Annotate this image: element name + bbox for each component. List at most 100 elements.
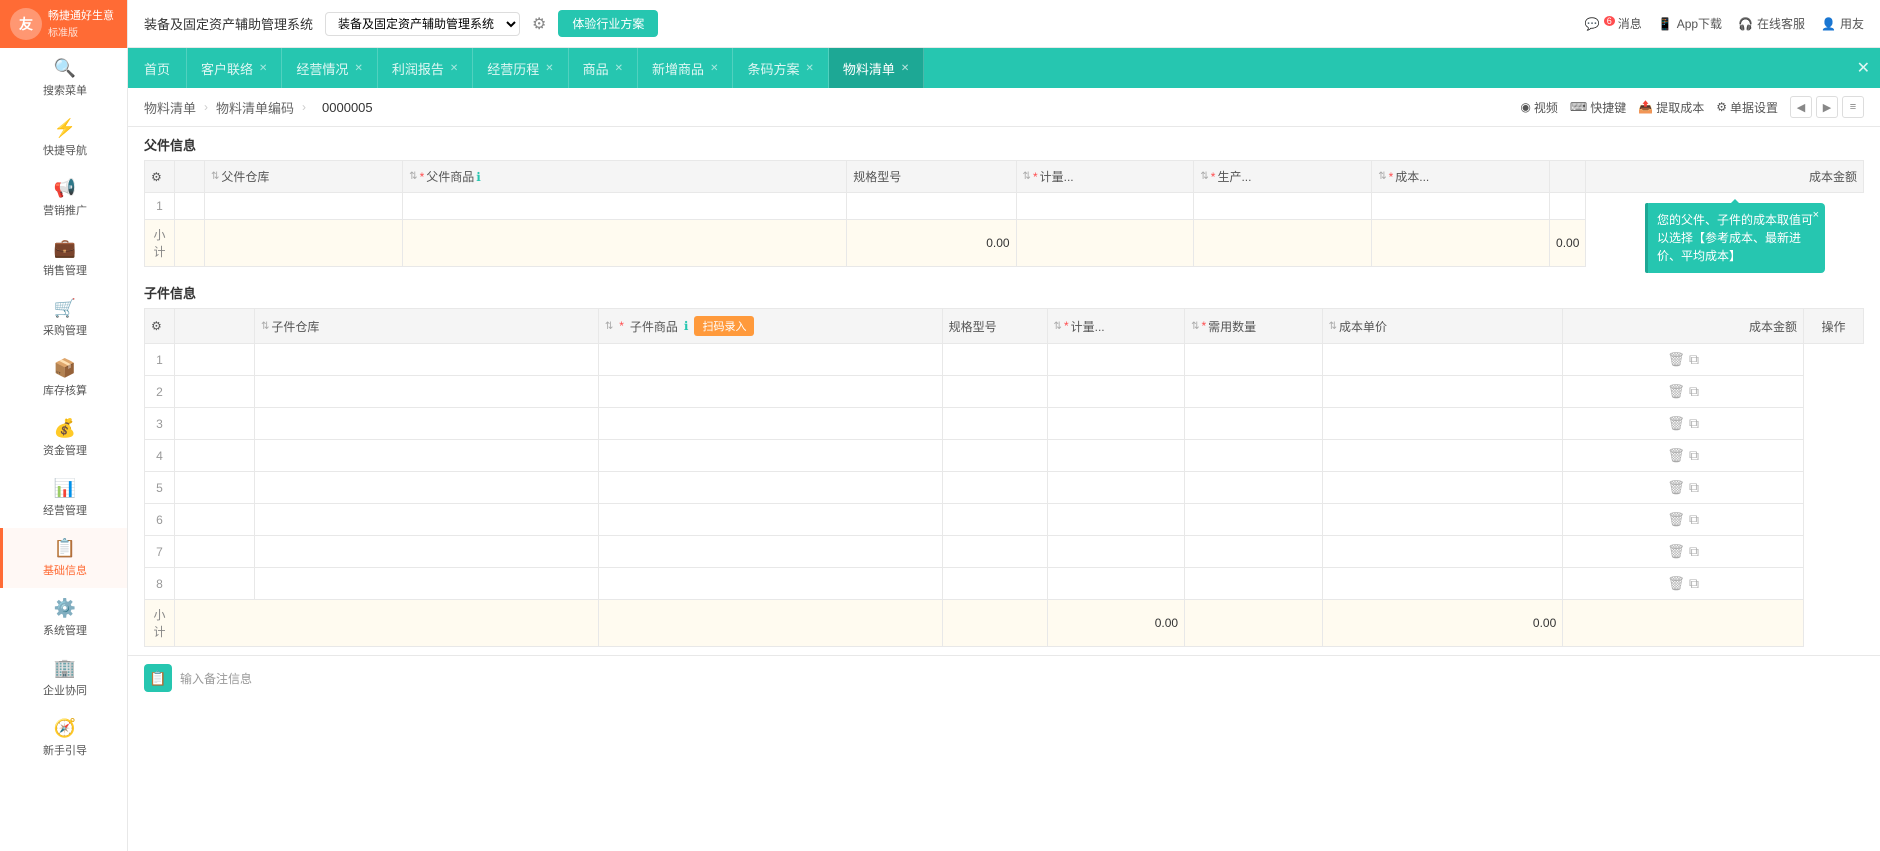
sidebar-item-enterprise[interactable]: 🏢 企业协同 xyxy=(0,648,127,708)
sidebar-item-guide[interactable]: 🧭 新手引导 xyxy=(0,708,127,768)
sidebar-item-system[interactable]: ⚙️ 系统管理 xyxy=(0,588,127,648)
delete-icon[interactable]: 🗑 xyxy=(1667,383,1685,400)
child-cell-unit-cost[interactable] xyxy=(1185,568,1323,600)
delete-icon[interactable]: 🗑 xyxy=(1667,479,1685,496)
child-cell-warehouse[interactable] xyxy=(175,408,255,440)
copy-icon[interactable]: ⧉ xyxy=(1689,351,1699,368)
sidebar-item-operations[interactable]: 📊 经营管理 xyxy=(0,468,127,528)
online-service-btn[interactable]: 🎧 在线客服 xyxy=(1738,15,1805,32)
child-cell-warehouse[interactable] xyxy=(175,472,255,504)
breadcrumb-bom-code[interactable]: 物料清单编码 xyxy=(216,98,294,117)
child-cell-qty[interactable] xyxy=(1047,536,1185,568)
child-cell-unit-cost[interactable] xyxy=(1185,472,1323,504)
tab-products-close[interactable]: ✕ xyxy=(615,63,623,74)
experience-button[interactable]: 体验行业方案 xyxy=(558,10,658,37)
single-settings-action[interactable]: ⚙ 单据设置 xyxy=(1716,99,1778,116)
sidebar-item-finance[interactable]: 💰 资金管理 xyxy=(0,408,127,468)
delete-icon[interactable]: 🗑 xyxy=(1667,447,1685,464)
child-cell-unit-cost[interactable] xyxy=(1185,440,1323,472)
view-action[interactable]: ◉ 视频 xyxy=(1520,99,1558,116)
tab-barcode-close[interactable]: ✕ xyxy=(805,63,813,74)
message-btn[interactable]: 💬 6 消息 xyxy=(1585,15,1642,32)
sidebar-item-marketing[interactable]: 📢 营销推广 xyxy=(0,168,127,228)
copy-icon[interactable]: ⧉ xyxy=(1689,575,1699,592)
sidebar-item-inventory[interactable]: 📦 库存核算 xyxy=(0,348,127,408)
tab-biz-history-close[interactable]: ✕ xyxy=(545,63,553,74)
tab-close-all[interactable]: ✕ xyxy=(1847,58,1880,78)
parent-cell-production[interactable] xyxy=(1016,193,1194,220)
product-info-icon[interactable]: ℹ xyxy=(476,170,481,184)
tab-customers-close[interactable]: ✕ xyxy=(259,63,267,74)
sidebar-item-basic-info[interactable]: 📋 基础信息 xyxy=(0,528,127,588)
child-cell-unit-cost[interactable] xyxy=(1185,536,1323,568)
child-cell-unit-cost[interactable] xyxy=(1185,408,1323,440)
extract-cost-action[interactable]: 📤 提取成本 xyxy=(1638,99,1704,116)
child-cell-spec[interactable] xyxy=(598,504,942,536)
delete-icon[interactable]: 🗑 xyxy=(1667,543,1685,560)
system-select[interactable]: 装备及固定资产辅助管理系统 xyxy=(325,12,520,36)
child-cell-product[interactable] xyxy=(255,408,599,440)
child-cell-product[interactable] xyxy=(255,344,599,376)
scan-button[interactable]: 扫码录入 xyxy=(694,316,754,336)
copy-icon[interactable]: ⧉ xyxy=(1689,415,1699,432)
tab-new-products[interactable]: 新增商品 ✕ xyxy=(638,48,733,88)
delete-icon[interactable]: 🗑 xyxy=(1667,511,1685,528)
child-cell-spec[interactable] xyxy=(598,440,942,472)
sidebar-item-sales[interactable]: 💼 销售管理 xyxy=(0,228,127,288)
child-cell-spec[interactable] xyxy=(598,376,942,408)
child-cell-spec[interactable] xyxy=(598,472,942,504)
tab-home[interactable]: 首页 xyxy=(128,48,187,88)
child-cell-product[interactable] xyxy=(255,472,599,504)
parent-cell-unit[interactable] xyxy=(847,193,1016,220)
tab-operations[interactable]: 经营情况 ✕ xyxy=(282,48,377,88)
delete-icon[interactable]: 🗑 xyxy=(1667,575,1685,592)
parent-cell-cost[interactable] xyxy=(1194,193,1372,220)
tab-profit[interactable]: 利润报告 ✕ xyxy=(378,48,473,88)
app-download-btn[interactable]: 📱 App下载 xyxy=(1658,15,1722,32)
child-cell-warehouse[interactable] xyxy=(175,504,255,536)
copy-icon[interactable]: ⧉ xyxy=(1689,479,1699,496)
child-cell-product[interactable] xyxy=(255,536,599,568)
tab-bom[interactable]: 物料清单 ✕ xyxy=(829,48,924,88)
child-cell-product[interactable] xyxy=(255,440,599,472)
child-cell-qty[interactable] xyxy=(1047,344,1185,376)
sidebar-item-purchase[interactable]: 🛒 采购管理 xyxy=(0,288,127,348)
child-product-info-icon[interactable]: ℹ xyxy=(684,319,689,333)
child-cell-qty[interactable] xyxy=(1047,472,1185,504)
child-cell-qty[interactable] xyxy=(1047,504,1185,536)
bottom-placeholder[interactable]: 输入备注信息 xyxy=(180,670,252,687)
child-cell-qty[interactable] xyxy=(1047,408,1185,440)
user-btn[interactable]: 👤 用友 xyxy=(1821,15,1864,32)
tab-new-products-close[interactable]: ✕ xyxy=(710,63,718,74)
child-cell-qty[interactable] xyxy=(1047,440,1185,472)
sidebar-item-search[interactable]: 🔍 搜索菜单 xyxy=(0,48,127,108)
child-cell-warehouse[interactable] xyxy=(175,344,255,376)
child-cell-warehouse[interactable] xyxy=(175,536,255,568)
child-cell-warehouse[interactable] xyxy=(175,376,255,408)
prev-arrow[interactable]: ◀ xyxy=(1790,96,1812,118)
tab-customers[interactable]: 客户联络 ✕ xyxy=(187,48,282,88)
tab-biz-history[interactable]: 经营历程 ✕ xyxy=(473,48,568,88)
child-cell-unit[interactable] xyxy=(942,376,1047,408)
copy-icon[interactable]: ⧉ xyxy=(1689,447,1699,464)
child-cell-warehouse[interactable] xyxy=(175,440,255,472)
child-cell-unit[interactable] xyxy=(942,408,1047,440)
shortcuts-action[interactable]: ⌨ 快捷键 xyxy=(1570,99,1626,116)
child-cell-unit[interactable] xyxy=(942,440,1047,472)
child-cell-spec[interactable] xyxy=(598,344,942,376)
child-cell-product[interactable] xyxy=(255,504,599,536)
parent-cell-spec[interactable] xyxy=(403,193,847,220)
child-cell-spec[interactable] xyxy=(598,568,942,600)
child-cell-qty[interactable] xyxy=(1047,568,1185,600)
child-cell-unit[interactable] xyxy=(942,504,1047,536)
parent-cell-product[interactable] xyxy=(205,193,403,220)
child-cell-warehouse[interactable] xyxy=(175,568,255,600)
child-cell-unit-cost[interactable] xyxy=(1185,344,1323,376)
child-cell-product[interactable] xyxy=(255,568,599,600)
sidebar-item-quick-nav[interactable]: ⚡ 快捷导航 xyxy=(0,108,127,168)
copy-icon[interactable]: ⧉ xyxy=(1689,511,1699,528)
list-view-arrow[interactable]: ≡ xyxy=(1842,96,1864,118)
copy-icon[interactable]: ⧉ xyxy=(1689,383,1699,400)
copy-icon[interactable]: ⧉ xyxy=(1689,543,1699,560)
child-cell-unit-cost[interactable] xyxy=(1185,376,1323,408)
